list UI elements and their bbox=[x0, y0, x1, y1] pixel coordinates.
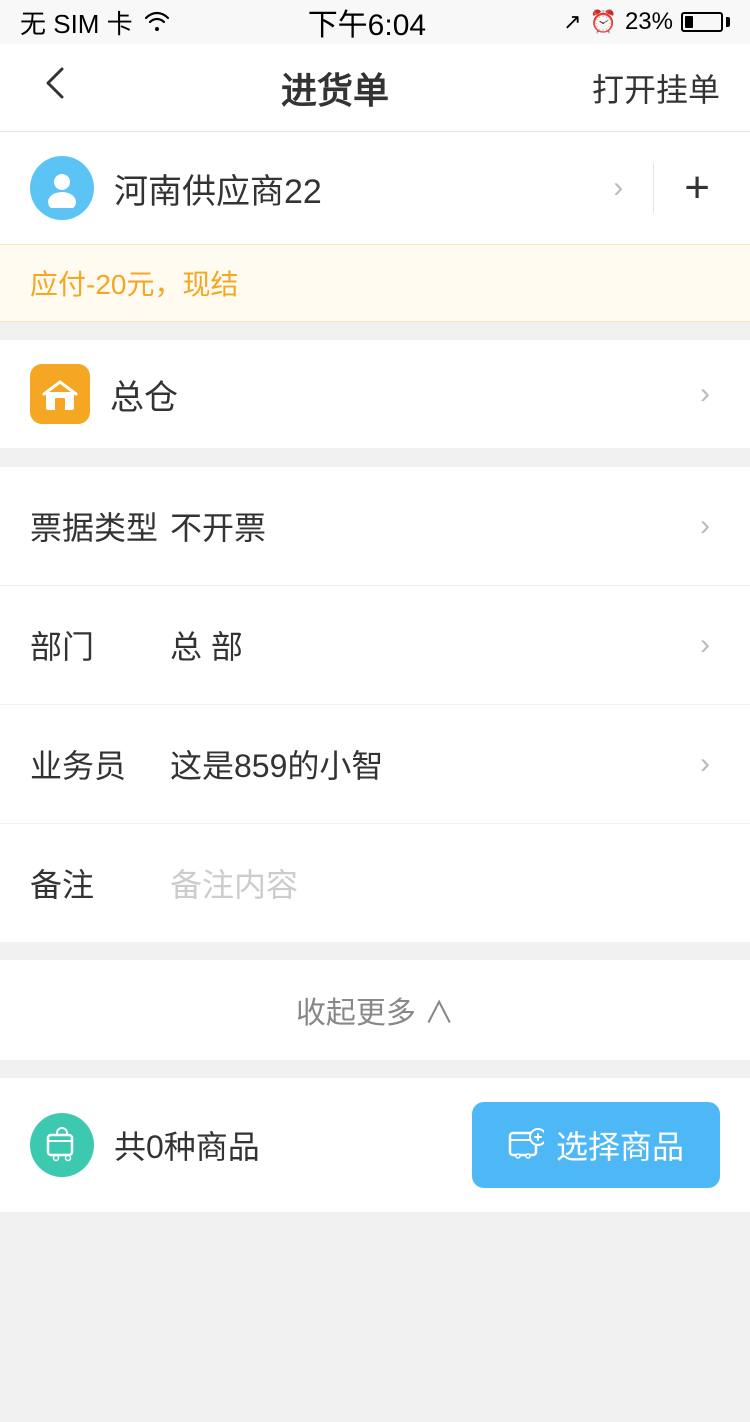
carrier-label: 无 SIM 卡 bbox=[20, 4, 133, 41]
notice-text: 应付-20元，现结 bbox=[30, 269, 238, 300]
supplier-row[interactable]: 河南供应商22 › + bbox=[0, 132, 750, 244]
notice-bar: 应付-20元，现结 bbox=[0, 244, 750, 322]
warehouse-row[interactable]: 总仓 › bbox=[0, 340, 750, 449]
remark-label: 备注 bbox=[30, 860, 160, 906]
status-bar: 无 SIM 卡 下午6:04 ↗ ⏰ 23% bbox=[0, 0, 750, 44]
back-button[interactable] bbox=[30, 51, 78, 125]
supplier-name: 河南供应商22 bbox=[114, 164, 613, 213]
divider bbox=[653, 163, 654, 213]
invoice-type-row[interactable]: 票据类型 不开票 › bbox=[0, 467, 750, 586]
form-section: 票据类型 不开票 › 部门 总 部 › 业务员 这是859的小智 › 备注 备注… bbox=[0, 467, 750, 942]
invoice-type-value: 不开票 bbox=[160, 503, 700, 549]
remark-row[interactable]: 备注 备注内容 bbox=[0, 824, 750, 942]
main-content: 河南供应商22 › + 应付-20元，现结 总仓 › 票据类型 不开票 › bbox=[0, 132, 750, 1422]
add-button[interactable]: + bbox=[674, 163, 720, 213]
nav-bar: 进货单 打开挂单 bbox=[0, 44, 750, 132]
product-section: 共0种商品 选择商品 bbox=[0, 1078, 750, 1212]
product-count-label: 共0种商品 bbox=[114, 1122, 472, 1168]
salesperson-value: 这是859的小智 bbox=[160, 741, 700, 787]
supplier-avatar bbox=[30, 156, 94, 220]
select-product-button[interactable]: 选择商品 bbox=[472, 1102, 720, 1188]
status-left: 无 SIM 卡 bbox=[20, 4, 171, 41]
supplier-section: 河南供应商22 › + 应付-20元，现结 bbox=[0, 132, 750, 322]
warehouse-icon bbox=[30, 364, 90, 424]
supplier-chevron-icon: › bbox=[613, 171, 623, 205]
status-right: ↗ ⏰ 23% bbox=[563, 8, 730, 36]
invoice-type-label: 票据类型 bbox=[30, 503, 160, 549]
location-icon: ↗ bbox=[563, 9, 581, 35]
wifi-icon bbox=[143, 7, 171, 38]
warehouse-chevron-icon: › bbox=[700, 377, 710, 411]
time-label: 下午6:04 bbox=[308, 0, 426, 44]
invoice-type-chevron-icon: › bbox=[700, 509, 710, 543]
salesperson-row[interactable]: 业务员 这是859的小智 › bbox=[0, 705, 750, 824]
salesperson-label: 业务员 bbox=[30, 741, 160, 787]
department-chevron-icon: › bbox=[700, 628, 710, 662]
product-cart-icon bbox=[30, 1113, 94, 1177]
battery-label: 23% bbox=[625, 8, 673, 36]
salesperson-chevron-icon: › bbox=[700, 747, 710, 781]
collapse-label: 收起更多 ∧ bbox=[296, 988, 454, 1032]
department-label: 部门 bbox=[30, 622, 160, 668]
page-title: 进货单 bbox=[281, 62, 389, 114]
department-row[interactable]: 部门 总 部 › bbox=[0, 586, 750, 705]
select-product-label: 选择商品 bbox=[556, 1122, 684, 1168]
alarm-icon: ⏰ bbox=[590, 9, 617, 35]
remark-input[interactable]: 备注内容 bbox=[160, 860, 720, 906]
battery-indicator bbox=[681, 12, 730, 32]
department-value: 总 部 bbox=[160, 622, 700, 668]
open-pending-button[interactable]: 打开挂单 bbox=[592, 65, 720, 111]
warehouse-name: 总仓 bbox=[110, 370, 700, 419]
collapse-button[interactable]: 收起更多 ∧ bbox=[0, 960, 750, 1060]
